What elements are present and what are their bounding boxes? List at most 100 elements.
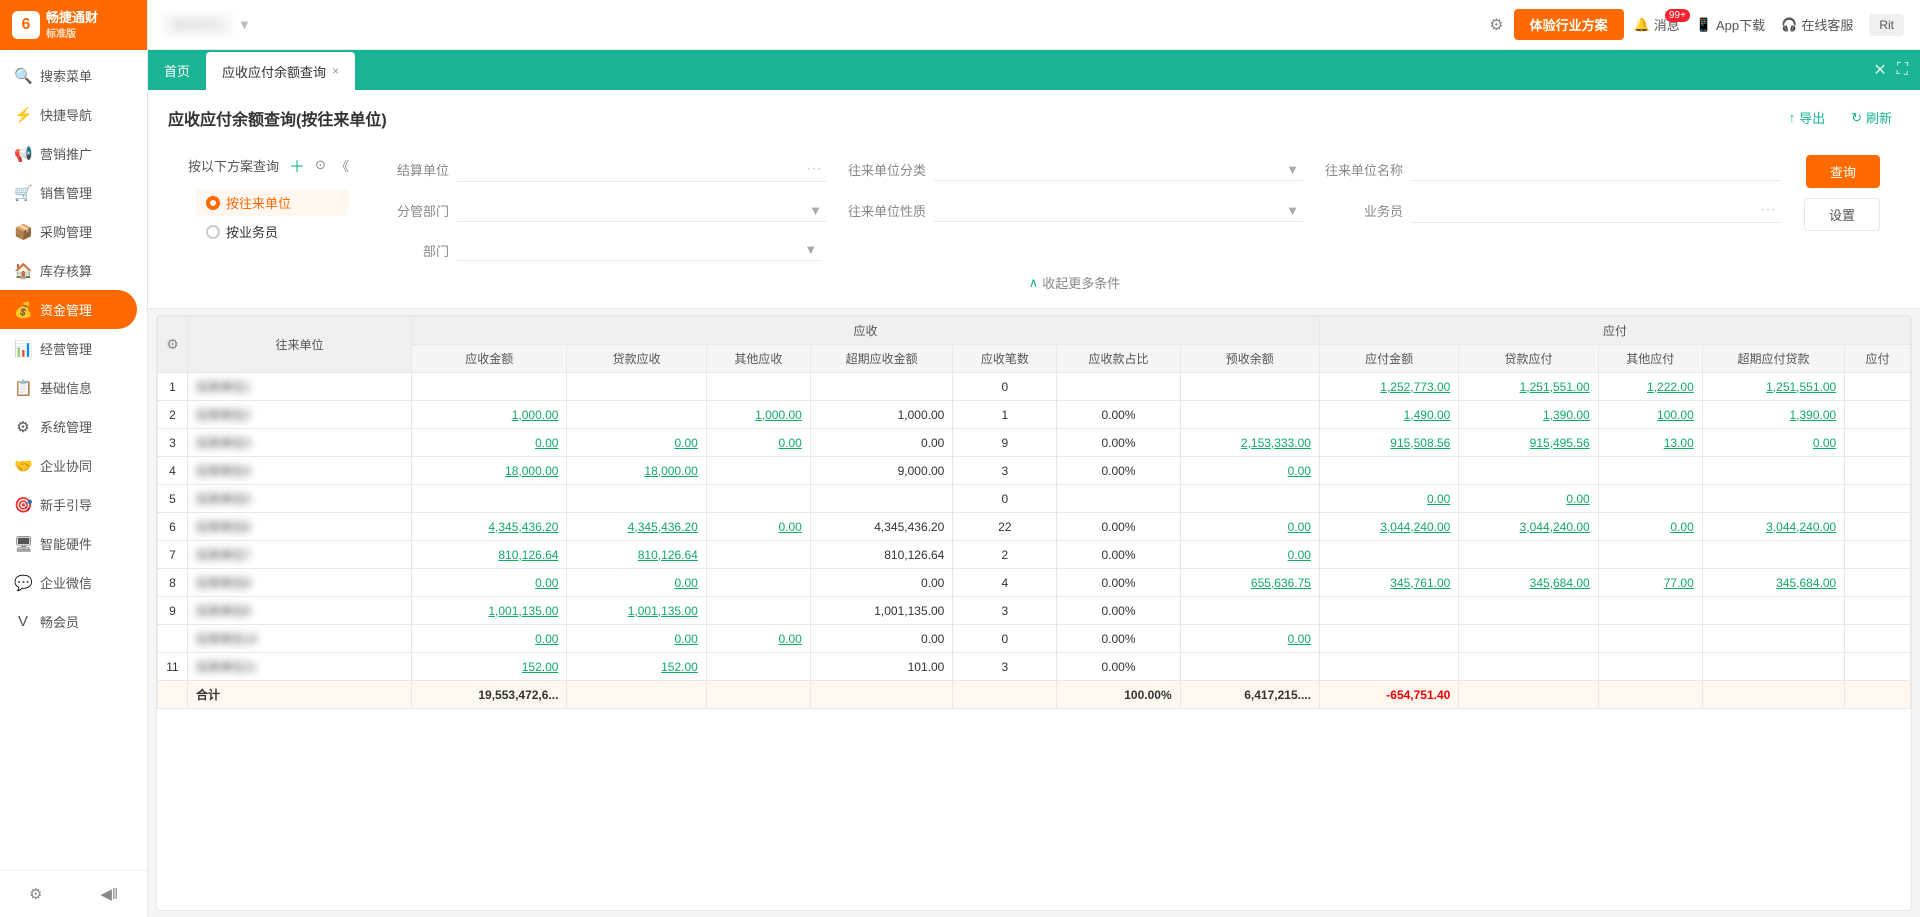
sidebar-item-hardware[interactable]: 🖥 智能硬件 [0,524,147,563]
promo-button[interactable]: 体验行业方案 [1514,9,1624,40]
wechat-icon: 💬 [14,574,32,592]
filter-item-unit-category: 往来单位分类 ▼ [836,155,1313,185]
sidebar-item-wechat[interactable]: 💬 企业微信 [0,563,147,602]
sidebar-item-member[interactable]: V 畅会员 [0,602,147,641]
sidebar-collapse-button[interactable]: ◀‖ [90,879,128,909]
search-icon: 🔍 [14,67,32,85]
chevron-down-icon-4: ▼ [804,242,817,257]
salesman-input[interactable]: ··· [1411,198,1780,223]
page-header: 应收应付余额查询(按往来单位) ↑ 导出 ↻ 刷新 按以下方案查询 ＋ [148,90,1920,309]
service-icon: 🎧 [1781,17,1797,33]
unit-name-input[interactable] [1411,159,1780,181]
guide-icon: 🎯 [14,496,32,514]
notification-badge: 99+ [1665,9,1690,22]
scheme-item-unit[interactable]: 按往来单位 [196,189,349,216]
col-ysbs: 应收笔数 [953,345,1057,373]
sidebar-item-label: 营销推广 [40,144,92,163]
sidebar-item-guide[interactable]: 🎯 新手引导 [0,485,147,524]
dots-icon: ··· [806,160,822,178]
topbar-gear-icon[interactable]: ⚙ [1489,15,1503,35]
sidebar-item-label: 智能硬件 [40,534,92,553]
sidebar-item-sales[interactable]: 🛒 销售管理 [0,173,147,212]
sidebar-item-label: 库存核算 [40,261,92,280]
app-logo: 6 畅捷通财 标准版 [0,0,147,50]
filter-item-unit-name: 往来单位名称 [1313,155,1790,185]
col-dkys: 贷款应收 [567,345,706,373]
sidebar-item-marketing[interactable]: 📢 营销推广 [0,134,147,173]
filter-scheme: 按往来单位 按业务员 [196,189,349,245]
filter-item-salesman: 业务员 ··· [1313,194,1790,227]
settlement-unit-input[interactable]: ··· [457,157,826,182]
sidebar-item-finance[interactable]: 💰 资金管理 [0,290,137,329]
notification-button[interactable]: 🔔 消息 99+ [1634,15,1680,34]
table-row: 3往来单位30.000.000.000.0090.00%2,153,333.00… [158,429,1911,457]
filter-item-unit-nature: 往来单位性质 ▼ [836,196,1313,226]
sidebar-item-operation[interactable]: 📊 经营管理 [0,329,147,368]
col-unit-header: 往来单位 [188,317,412,373]
quicknav-icon: ⚡ [14,106,32,124]
sidebar-settings-button[interactable]: ⚙ [19,879,52,909]
service-label: 在线客服 [1801,15,1853,34]
breadcrumb-path: 路径显示 [164,14,232,35]
purchase-icon: 📦 [14,223,32,241]
collab-icon: 🤝 [14,457,32,475]
branch-dept-select[interactable]: ▼ [457,239,821,261]
sidebar-item-label: 资金管理 [40,300,92,319]
table-row: 5往来单位500.000.00 [158,485,1911,513]
data-table-wrapper: ⚙ 往来单位 应收 应付 应收金额 贷款应收 其他应收 超期应收金额 应收笔数 … [156,315,1912,911]
sidebar-item-label: 经营管理 [40,339,92,358]
filter-row-3: 部门 ▼ [359,235,1790,265]
col-settings: ⚙ [158,317,188,373]
sidebar-item-search[interactable]: 🔍 搜索菜单 [0,56,147,95]
sidebar-item-purchase[interactable]: 📦 采购管理 [0,212,147,251]
col-ysje: 应收金额 [412,345,567,373]
sidebar-item-quick-nav[interactable]: ⚡ 快捷导航 [0,95,147,134]
user-name: Rit [1879,18,1894,32]
collapse-more-conditions[interactable]: ∧ 收起更多条件 [359,269,1790,298]
scheme-item-salesman[interactable]: 按业务员 [196,218,349,245]
tab-receivable-query[interactable]: 应收应付余额查询 × [206,52,355,90]
page-title: 应收应付余额查询(按往来单位) [168,106,387,130]
system-icon: ⚙ [14,418,32,436]
tab-expand-icon[interactable]: ⛶ [1897,61,1908,79]
tab-home-label: 首页 [164,61,190,80]
sidebar-item-basic-info[interactable]: 📋 基础信息 [0,368,147,407]
filter-add-button[interactable]: ＋ [289,153,305,177]
sidebar-item-label: 企业协同 [40,456,92,475]
col-yskzb: 应收款占比 [1057,345,1180,373]
chevron-down-icon-3: ▼ [1286,203,1299,218]
sidebar-item-inventory[interactable]: 🏠 库存核算 [0,251,147,290]
unit-nature-select[interactable]: ▼ [934,200,1303,222]
col-group-payable: 应付 [1319,317,1910,345]
sidebar-item-corp-collab[interactable]: 🤝 企业协同 [0,446,147,485]
page-title-row: 应收应付余额查询(按往来单位) ↑ 导出 ↻ 刷新 [168,104,1900,131]
sidebar-nav: 🔍 搜索菜单 ⚡ 快捷导航 📢 营销推广 🛒 销售管理 📦 采购管理 🏠 库存核… [0,50,147,870]
app-download-label: App下载 [1716,15,1765,34]
col-cqysje: 超期应收金额 [810,345,952,373]
app-download-button[interactable]: 📱 App下载 [1696,15,1765,34]
member-icon: V [14,613,32,630]
table-row: 4往来单位418,000.0018,000.009,000.0030.00%0.… [158,457,1911,485]
online-service-button[interactable]: 🎧 在线客服 [1781,15,1853,34]
query-button[interactable]: 查询 [1806,155,1880,188]
dept-select[interactable]: ▼ [457,200,826,222]
filter-collapse-icon[interactable]: 《 [336,156,349,175]
setup-button[interactable]: 设置 [1804,198,1880,231]
export-icon: ↑ [1789,110,1796,125]
sidebar-item-label: 系统管理 [40,417,92,436]
tab-home[interactable]: 首页 [148,50,206,90]
filter-settings-icon[interactable]: ⊙ [315,157,326,173]
export-button[interactable]: ↑ 导出 [1781,104,1834,131]
tab-close-icon[interactable]: × [332,64,339,78]
sidebar-item-label: 新手引导 [40,495,92,514]
table-settings-icon[interactable]: ⚙ [166,336,179,352]
page-actions: ↑ 导出 ↻ 刷新 [1781,104,1900,131]
filter-item-branch-dept: 部门 ▼ [359,235,831,265]
filter-area: 按以下方案查询 ＋ ⊙ 《 按往来单位 按业务员 [168,143,1900,308]
sales-icon: 🛒 [14,184,32,202]
sidebar-item-system[interactable]: ⚙ 系统管理 [0,407,147,446]
user-menu[interactable]: Rit [1869,14,1904,36]
refresh-button[interactable]: ↻ 刷新 [1843,104,1900,131]
tab-close-window-icon[interactable]: ✕ [1873,60,1886,80]
unit-category-select[interactable]: ▼ [934,159,1303,181]
